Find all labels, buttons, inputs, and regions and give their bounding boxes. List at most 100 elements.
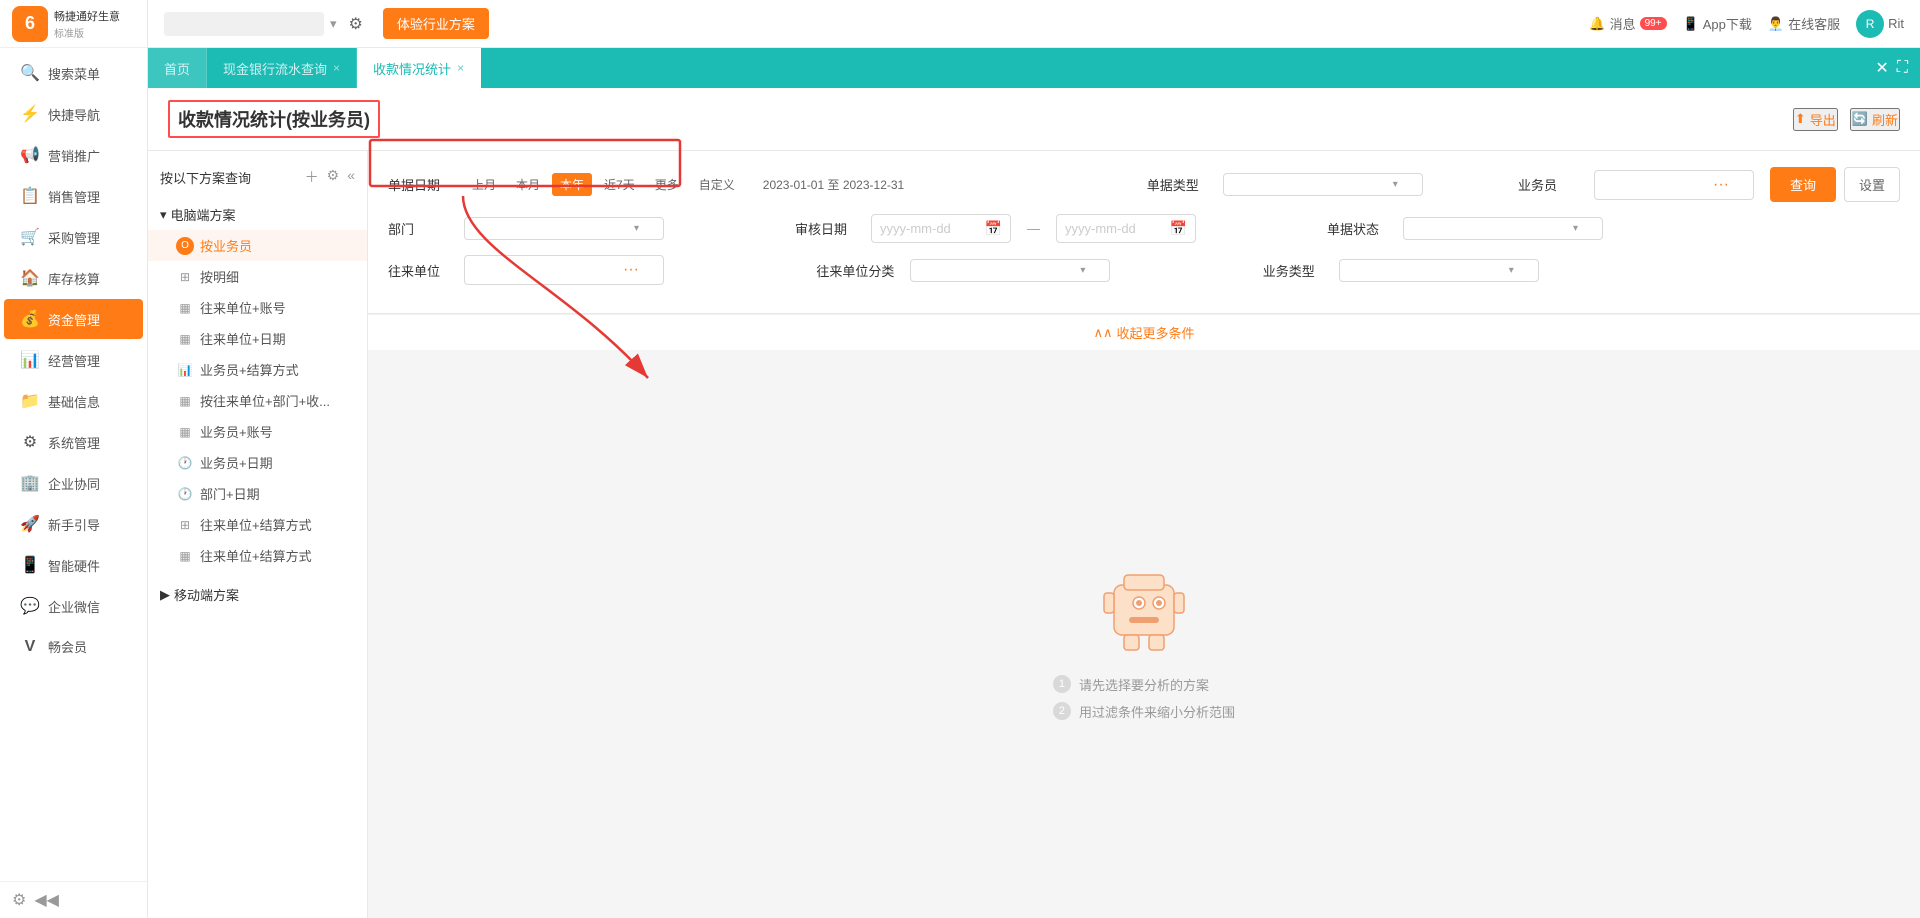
tree-item-unit-calc2[interactable]: ▦ 往来单位+结算方式 [148,540,367,571]
tree-item-unit-dept-collect[interactable]: ▦ 按往来单位+部门+收... [148,385,367,416]
sidebar-item-finance[interactable]: 💰 资金管理 [4,299,143,339]
date-tab-more[interactable]: 更多 [647,173,687,196]
sidebar-item-member[interactable]: V 畅会员 [4,627,143,666]
unit-dept-collect-label: 按往来单位+部门+收... [200,391,330,410]
dept-select[interactable]: ▾ [464,217,664,240]
collapse-bar[interactable]: ∧∧ 收起更多条件 [368,314,1920,350]
sidebar-item-marketing[interactable]: 📢 营销推广 [4,135,143,175]
tab-bank-flow[interactable]: 现金银行流水查询 × [207,48,357,88]
biz-type-select[interactable]: ▾ [1339,259,1539,282]
operation-icon: 📊 [20,350,40,370]
logo-icon: 6 [12,6,48,42]
tab-bar: 首页 现金银行流水查询 × 收款情况统计 × ✕ ⛶ [148,48,1920,88]
user-avatar[interactable]: R Rit [1856,10,1904,38]
review-date-to-input[interactable]: yyyy-mm-dd 📅 [1056,214,1196,243]
scheme-settings-icon[interactable]: ⚙ [327,167,340,187]
tree-item-by-salesperson[interactable]: O 按业务员 [148,230,367,261]
date-dash: — [1027,221,1040,236]
sidebar-nav: 🔍 搜索菜单 ⚡ 快捷导航 📢 营销推广 📋 销售管理 🛒 采购管理 🏠 库存核… [0,48,147,881]
sidebar-item-basic[interactable]: 📁 基础信息 [4,381,143,421]
tree-parent-pc[interactable]: ▾ 电脑端方案 [148,199,367,230]
tree-item-salesperson-account[interactable]: ▦ 业务员+账号 [148,416,367,447]
message-button[interactable]: 🔔 消息 99+ [1589,14,1666,33]
sidebar-item-guide[interactable]: 🚀 新手引导 [4,504,143,544]
sidebar-item-search[interactable]: 🔍 搜索菜单 [4,53,143,93]
sidebar-item-hardware[interactable]: 📱 智能硬件 [4,545,143,585]
refresh-button[interactable]: 🔄 刷新 [1850,108,1900,131]
service-icon: 👨‍💼 [1768,16,1784,32]
tree-item-unit-date[interactable]: ▦ 往来单位+日期 [148,323,367,354]
partner-select[interactable]: ··· [464,255,664,285]
partner-category-chevron: ▾ [1080,265,1085,276]
salesperson-more-icon[interactable]: ··· [1713,176,1729,194]
sidebar-item-operation[interactable]: 📊 经营管理 [4,340,143,380]
empty-state: 1 请先选择要分析的方案 2 用过滤条件来缩小分析范围 [368,350,1920,918]
tab-collection-stat[interactable]: 收款情况统计 × [357,48,481,88]
tree-parent-mobile[interactable]: ▶ 移动端方案 [148,579,367,610]
salesperson-calc-scheme-label: 业务员+结算方式 [200,360,299,379]
doc-status-select[interactable]: ▾ [1403,217,1603,240]
query-button[interactable]: 查询 [1770,167,1836,202]
header-settings-icon[interactable]: ⚙ [349,14,363,34]
tree-item-salesperson-calc[interactable]: 📊 业务员+结算方式 [148,354,367,385]
panel-header-icons: ＋ ⚙ « [305,167,355,187]
settings-button[interactable]: 设置 [1844,167,1900,202]
partner-category-select[interactable]: ▾ [910,259,1110,282]
calendar-from-icon[interactable]: 📅 [985,220,1002,237]
settings-bottom-icon[interactable]: ⚙ [12,890,26,910]
review-date-from-input[interactable]: yyyy-mm-dd 📅 [871,214,1011,243]
collapse-up-icon: ∧∧ [1093,325,1112,341]
sidebar-item-wechat[interactable]: 💬 企业微信 [4,586,143,626]
date-tab-custom[interactable]: 自定义 [691,173,743,196]
partner-more-icon[interactable]: ··· [623,261,639,279]
tree-item-unit-account[interactable]: ▦ 往来单位+账号 [148,292,367,323]
date-tab-7days[interactable]: 近7天 [596,173,643,196]
marketing-icon: 📢 [20,145,40,165]
tab-expand-icon[interactable]: ⛶ [1897,59,1908,77]
tree-item-by-detail[interactable]: ⊞ 按明细 [148,261,367,292]
sidebar-item-enterprise[interactable]: 🏢 企业协同 [4,463,143,503]
dept-label: 部门 [388,219,448,238]
tree-item-dept-date[interactable]: 🕐 部门+日期 [148,478,367,509]
salesperson-account-icon: ▦ [176,423,194,441]
review-date-from-placeholder: yyyy-mm-dd [880,221,985,236]
tree-item-unit-calc[interactable]: ⊞ 往来单位+结算方式 [148,509,367,540]
bank-flow-tab-close[interactable]: × [333,61,340,75]
date-tab-this-month[interactable]: 本月 [508,173,548,196]
filter-row-2: 部门 ▾ 审核日期 yyyy-mm-dd 📅 — [388,214,1900,243]
app-download-button[interactable]: 📱 App下载 [1683,14,1752,33]
sidebar-item-sales[interactable]: 📋 销售管理 [4,176,143,216]
date-tab-this-year[interactable]: 本年 [552,173,592,196]
app-name: 畅捷通好生意 [54,8,120,24]
collection-stat-tab-close[interactable]: × [457,61,464,75]
dept-chevron: ▾ [634,223,639,234]
collapse-sidebar-icon[interactable]: ◀◀ [34,890,59,910]
collapse-panel-icon[interactable]: « [347,167,355,187]
date-tab-last-month[interactable]: 上月 [464,173,504,196]
app-download-label: App下载 [1703,14,1752,33]
detail-scheme-label: 按明细 [200,267,239,286]
export-button[interactable]: ⬆ 导出 [1793,108,1838,131]
tab-close-all-icon[interactable]: ✕ [1875,58,1888,78]
header-icons: 🔔 消息 99+ 📱 App下载 👨‍💼 在线客服 R Rit [1589,10,1904,38]
doc-type-select[interactable]: ▾ [1223,173,1423,196]
tab-home[interactable]: 首页 [148,48,207,88]
tree-item-salesperson-date[interactable]: 🕐 业务员+日期 [148,447,367,478]
main-area: ▾ ⚙ 体验行业方案 🔔 消息 99+ 📱 App下载 👨‍💼 在线客服 R R… [148,0,1920,918]
review-date-to-placeholder: yyyy-mm-dd [1065,221,1170,236]
calendar-to-icon[interactable]: 📅 [1170,220,1187,237]
salesperson-select[interactable]: ··· [1594,170,1754,200]
action-buttons: 查询 设置 [1770,167,1900,202]
sidebar-item-purchase[interactable]: 🛒 采购管理 [4,217,143,257]
sidebar-item-quick-nav[interactable]: ⚡ 快捷导航 [4,94,143,134]
online-service-label: 在线客服 [1788,14,1840,33]
online-service-button[interactable]: 👨‍💼 在线客服 [1768,14,1840,33]
salesperson-scheme-icon: O [176,237,194,255]
breadcrumb-dropdown-icon[interactable]: ▾ [330,16,337,32]
sidebar-item-system[interactable]: ⚙ 系统管理 [4,422,143,462]
trial-button[interactable]: 体验行业方案 [383,8,489,39]
sidebar-item-inventory[interactable]: 🏠 库存核算 [4,258,143,298]
add-scheme-icon[interactable]: ＋ [305,167,319,187]
pc-section: ▾ 电脑端方案 O 按业务员 ⊞ 按明细 ▦ 往来单位+账号 [148,195,367,575]
sidebar: 6 畅捷通好生意 标准版 🔍 搜索菜单 ⚡ 快捷导航 📢 营销推广 📋 销售管理… [0,0,148,918]
